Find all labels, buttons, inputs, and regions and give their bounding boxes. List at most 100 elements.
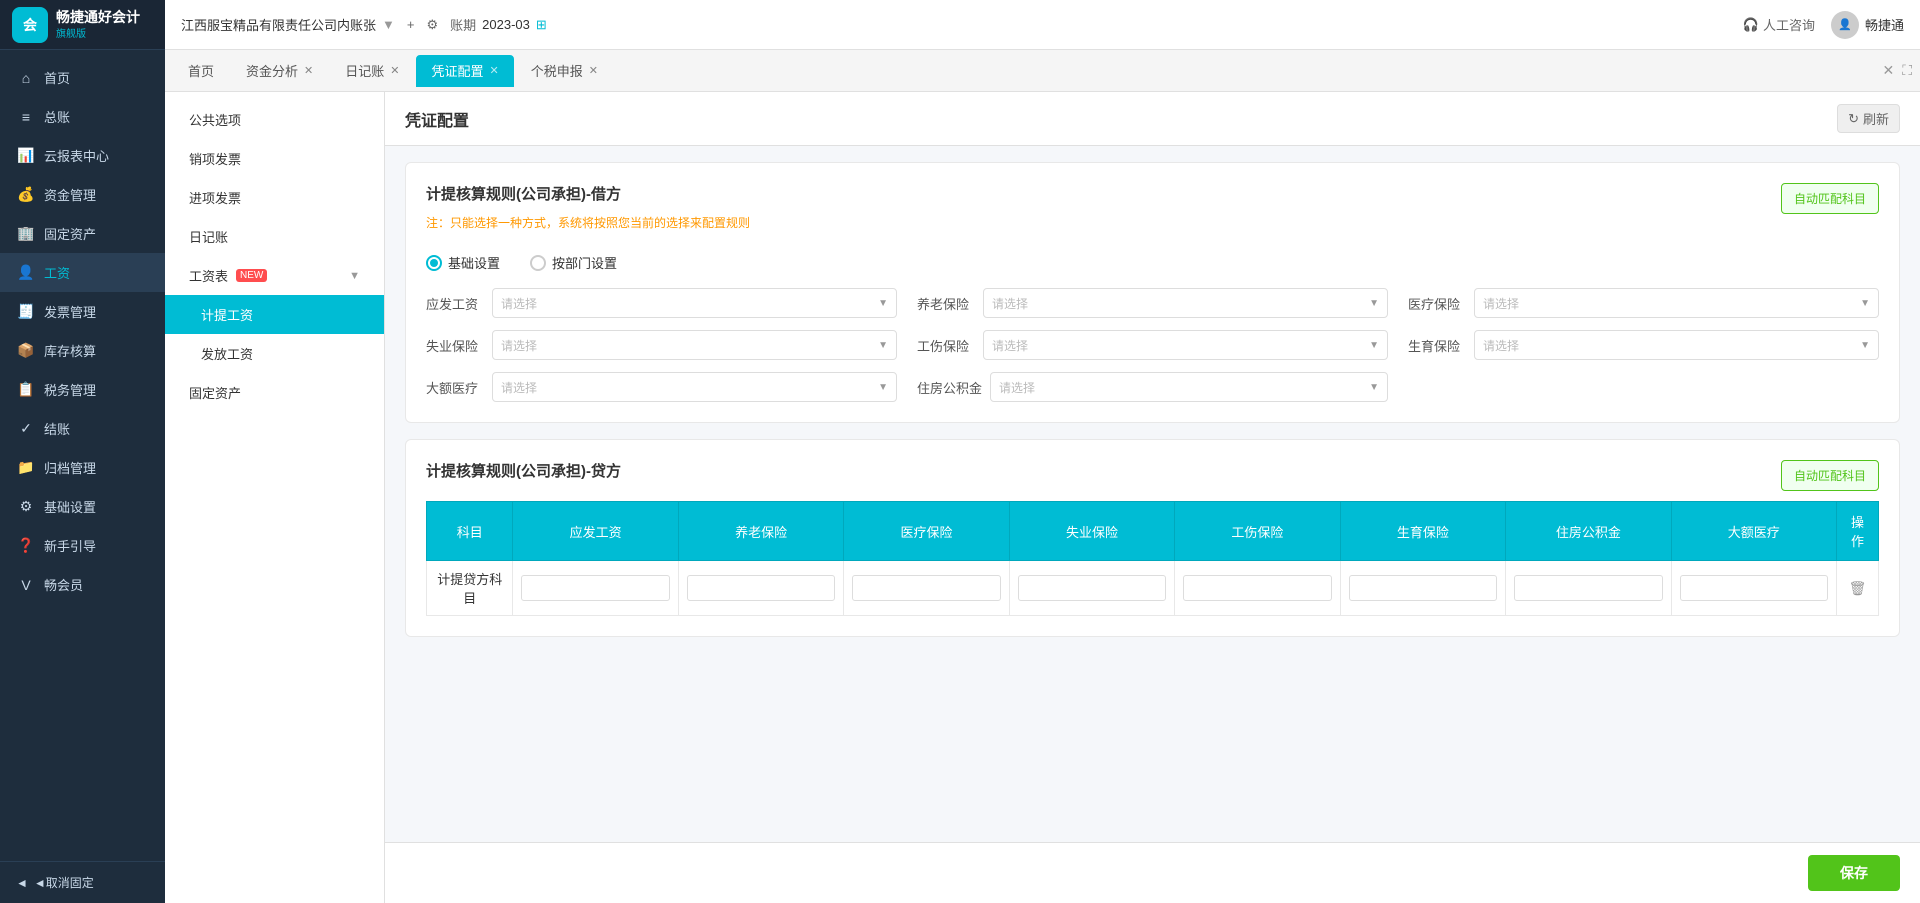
left-menu-fixed-assets[interactable]: 固定资产 [165, 373, 384, 412]
td-yingfa-input[interactable] [513, 561, 678, 616]
tab-journal-close[interactable]: ✕ [390, 64, 399, 77]
field-gongjijin: 住房公积金 请选择 ▼ [917, 372, 1388, 402]
user-info[interactable]: 👤 畅捷通 [1831, 11, 1904, 39]
tab-tax-close[interactable]: ✕ [589, 64, 598, 77]
delete-row-button[interactable]: 🗑 [1849, 580, 1867, 596]
select-gongshang[interactable]: 请选择 ▼ [983, 330, 1388, 360]
left-menu-purchase[interactable]: 进项发票 [165, 178, 384, 217]
td-shengyu-input[interactable] [1340, 561, 1505, 616]
left-menu-common[interactable]: 公共选项 [165, 100, 384, 139]
select-yiliao[interactable]: 请选择 ▼ [1474, 288, 1879, 318]
credit-section: 计提核算规则(公司承担)-贷方 自动匹配科目 科目 应发工资 养老保险 医疗保险… [405, 439, 1900, 637]
sidebar-item-ledger[interactable]: ≡ 总账 [0, 97, 165, 136]
close-all-icon[interactable]: ✕ [1882, 62, 1894, 79]
main-container: 江西服宝精品有限责任公司内账张 ▼ + ⚙ 账期 2023-03 ⊞ 🎧 人工咨… [165, 0, 1920, 903]
input-gongshang[interactable] [1183, 575, 1331, 601]
sidebar-label-inventory: 库存核算 [44, 341, 96, 360]
debit-auto-match-button[interactable]: 自动匹配科目 [1781, 183, 1879, 214]
new-badge: NEW [236, 269, 267, 282]
select-yanglao[interactable]: 请选择 ▼ [983, 288, 1388, 318]
select-shiye[interactable]: 请选择 ▼ [492, 330, 897, 360]
left-menu-payment[interactable]: 发放工资 [165, 334, 384, 373]
select-gongjijin-placeholder: 请选择 [999, 379, 1035, 396]
select-gongjijin[interactable]: 请选择 ▼ [990, 372, 1388, 402]
tab-tax[interactable]: 个税申报 ✕ [516, 55, 613, 87]
tab-journal[interactable]: 日记账 ✕ [330, 55, 414, 87]
td-shiye-input[interactable] [1009, 561, 1174, 616]
sidebar-item-archive[interactable]: 📁 归档管理 [0, 448, 165, 487]
select-yingfa[interactable]: 请选择 ▼ [492, 288, 897, 318]
avatar: 👤 [1831, 11, 1859, 39]
sidebar-item-finance[interactable]: 💰 资金管理 [0, 175, 165, 214]
credit-section-header: 计提核算规则(公司承担)-贷方 自动匹配科目 [426, 460, 1879, 491]
save-button[interactable]: 保存 [1808, 855, 1900, 891]
company-selector[interactable]: 江西服宝精品有限责任公司内账张 ▼ [181, 15, 395, 34]
radio-dept[interactable]: 按部门设置 [530, 253, 617, 272]
tab-voucher[interactable]: 凭证配置 ✕ [416, 55, 513, 87]
left-menu-journal[interactable]: 日记账 [165, 217, 384, 256]
td-daeyiliao-input[interactable] [1671, 561, 1836, 616]
logo-sub: 旗舰版 [56, 25, 140, 40]
sidebar-item-salary[interactable]: 👤 工资 [0, 253, 165, 292]
refresh-button[interactable]: ↻ 刷新 [1837, 104, 1900, 133]
period-value: 2023-03 [482, 17, 530, 32]
tax-icon: 📋 [16, 381, 36, 398]
calendar-icon[interactable]: ⊞ [536, 17, 547, 33]
input-shengyu[interactable] [1349, 575, 1497, 601]
archive-icon: 📁 [16, 459, 36, 476]
left-menu-fixed-assets-label: 固定资产 [189, 383, 241, 402]
expand-icon[interactable]: ⛶ [1902, 62, 1912, 79]
td-gongshang-input[interactable] [1175, 561, 1340, 616]
select-yanglao-placeholder: 请选择 [992, 295, 1028, 312]
save-bar: 保存 [385, 842, 1920, 903]
td-gongjijin-input[interactable] [1506, 561, 1671, 616]
input-yiliao[interactable] [852, 575, 1000, 601]
select-yingfa-placeholder: 请选择 [501, 295, 537, 312]
sidebar-item-tax[interactable]: 📋 税务管理 [0, 370, 165, 409]
select-daeyiliao[interactable]: 请选择 ▼ [492, 372, 897, 402]
credit-auto-match-button[interactable]: 自动匹配科目 [1781, 460, 1879, 491]
radio-basic[interactable]: 基础设置 [426, 253, 500, 272]
service-button[interactable]: 🎧 人工咨询 [1743, 15, 1815, 34]
add-button[interactable]: + [407, 17, 415, 32]
unpin-sidebar-button[interactable]: ◄ ◄取消固定 [0, 861, 165, 903]
input-yingfa[interactable] [521, 575, 669, 601]
sidebar-item-settings[interactable]: ⚙ 基础设置 [0, 487, 165, 526]
sidebar-item-vip[interactable]: V 畅会员 [0, 565, 165, 604]
sidebar-item-reports[interactable]: 📊 云报表中心 [0, 136, 165, 175]
settings-button[interactable]: ⚙ [426, 17, 438, 33]
left-menu-sales[interactable]: 销项发票 [165, 139, 384, 178]
field-shengyu: 生育保险 请选择 ▼ [1408, 330, 1879, 360]
left-menu-payroll-group[interactable]: 工资表 NEW ▼ [165, 256, 384, 295]
input-shiye[interactable] [1018, 575, 1166, 601]
sidebar-item-guide[interactable]: ❓ 新手引导 [0, 526, 165, 565]
company-dropdown-icon: ▼ [382, 17, 395, 32]
invoice-icon: 🧾 [16, 303, 36, 320]
td-yiliao-input[interactable] [844, 561, 1009, 616]
tab-voucher-close[interactable]: ✕ [490, 64, 499, 77]
td-yanglao-input[interactable] [678, 561, 843, 616]
tabs-bar: 首页 资金分析 ✕ 日记账 ✕ 凭证配置 ✕ 个税申报 ✕ ✕ ⛶ [165, 50, 1920, 92]
sidebar-item-invoice[interactable]: 🧾 发票管理 [0, 292, 165, 331]
sidebar-item-inventory[interactable]: 📦 库存核算 [0, 331, 165, 370]
refresh-label: 刷新 [1863, 109, 1889, 128]
th-shiye: 失业保险 [1009, 502, 1174, 561]
select-shengyu[interactable]: 请选择 ▼ [1474, 330, 1879, 360]
logo-icon: 会 [12, 7, 48, 43]
tab-home[interactable]: 首页 [173, 55, 229, 87]
td-subject-label: 计提贷方科目 [427, 561, 513, 616]
right-panel: 凭证配置 ↻ 刷新 计提核算规则(公司承担)-借方 注：只能选择一种方式，系统将… [385, 92, 1920, 903]
tabs-right: ✕ ⛶ [1882, 62, 1912, 79]
left-menu-provision[interactable]: 计提工资 [165, 295, 384, 334]
tab-finance[interactable]: 资金分析 ✕ [231, 55, 328, 87]
content-area: 公共选项 销项发票 进项发票 日记账 工资表 NEW ▼ 计提工资 [165, 92, 1920, 903]
sidebar-item-home[interactable]: ⌂ 首页 [0, 58, 165, 97]
input-gongjijin[interactable] [1514, 575, 1662, 601]
input-daeyiliao[interactable] [1680, 575, 1828, 601]
input-yanglao[interactable] [687, 575, 835, 601]
account-period: 账期 2023-03 ⊞ [450, 15, 547, 34]
sidebar-item-assets[interactable]: 🏢 固定资产 [0, 214, 165, 253]
tab-finance-close[interactable]: ✕ [304, 64, 313, 77]
tab-finance-label: 资金分析 [246, 61, 298, 80]
sidebar-item-checkout[interactable]: ✓ 结账 [0, 409, 165, 448]
